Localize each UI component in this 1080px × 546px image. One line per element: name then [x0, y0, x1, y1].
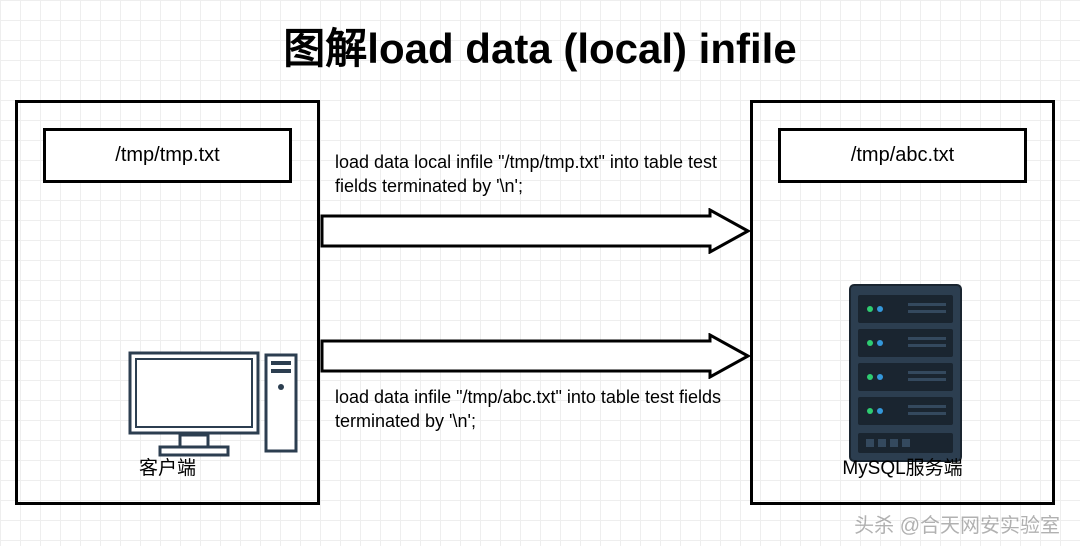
server-container: /tmp/abc.txt MySQL服务端: [750, 100, 1055, 505]
arrow-local-infile: [320, 208, 750, 254]
server-label: MySQL服务端: [753, 457, 1052, 482]
page-title: 图解load data (local) infile: [0, 15, 1080, 76]
client-file-path: /tmp/tmp.txt: [43, 128, 292, 183]
watermark: 头杀 @合天网安实验室: [854, 509, 1060, 538]
server-file-path: /tmp/abc.txt: [778, 128, 1027, 183]
computer-icon: [128, 343, 298, 463]
client-label: 客户端: [18, 457, 317, 482]
arrow-bottom-label: load data infile "/tmp/abc.txt" into tab…: [335, 385, 755, 434]
arrow-top-label: load data local infile "/tmp/tmp.txt" in…: [335, 150, 755, 199]
client-container: /tmp/tmp.txt 客户端: [15, 100, 320, 505]
arrow-infile: [320, 333, 750, 379]
server-icon: [848, 283, 963, 463]
